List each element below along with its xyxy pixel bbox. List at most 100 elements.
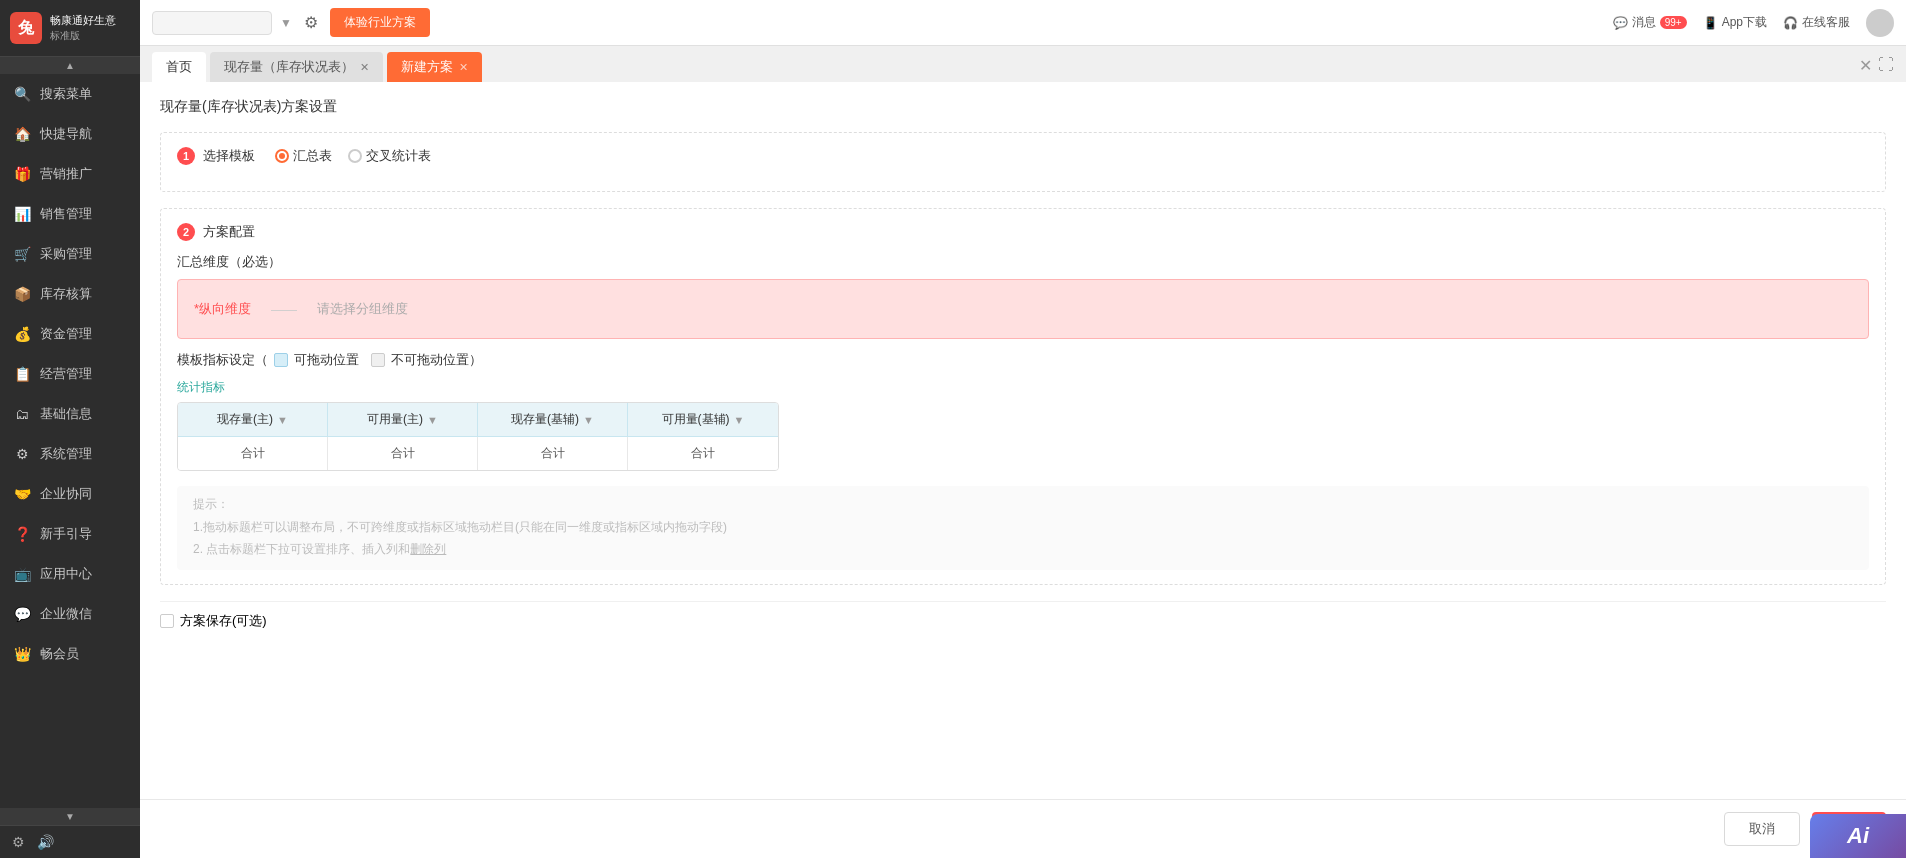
sidebar-item-operations[interactable]: 📋 经营管理 xyxy=(0,354,140,394)
delete-col-link[interactable]: 删除列 xyxy=(410,542,446,556)
col-header-2[interactable]: 现存量(基辅) ▼ xyxy=(478,403,628,437)
settings-icon[interactable]: ⚙ xyxy=(12,834,25,850)
ai-badge[interactable]: Ai xyxy=(1810,814,1906,858)
tab-new-plan-close-icon[interactable]: ✕ xyxy=(459,61,468,74)
user-avatar[interactable] xyxy=(1866,9,1894,37)
tips-item-1: 2. 点击标题栏下拉可设置排序、插入列和删除列 xyxy=(193,539,1853,561)
message-item[interactable]: 💬 消息 99+ xyxy=(1613,14,1687,31)
trial-btn[interactable]: 体验行业方案 xyxy=(330,8,430,37)
fixed-label: 不可拖动位置） xyxy=(391,351,482,369)
message-label: 消息 xyxy=(1632,14,1656,31)
col-label-1: 可用量(主) xyxy=(367,411,423,428)
tab-inventory-label: 现存量（库存状况表） xyxy=(224,58,354,76)
dimension-box[interactable]: *纵向维度 —— 请选择分组维度 xyxy=(177,279,1869,339)
close-panel-icon[interactable]: ✕ xyxy=(1859,56,1872,75)
sidebar-item-quicknav[interactable]: 🏠 快捷导航 xyxy=(0,114,140,154)
app-name: 畅康通好生意 xyxy=(50,13,116,28)
search-icon: 🔍 xyxy=(12,84,32,104)
table-head-row: 现存量(主) ▼ 可用量(主) ▼ 现存量(基辅) ▼ 可用量(基辅) ▼ xyxy=(178,403,778,437)
col-dropdown-0[interactable]: ▼ xyxy=(277,414,288,426)
headset-icon: 🎧 xyxy=(1783,16,1798,30)
sidebar-item-system[interactable]: ⚙ 系统管理 xyxy=(0,434,140,474)
col-dropdown-2[interactable]: ▼ xyxy=(583,414,594,426)
home-icon: 🏠 xyxy=(12,124,32,144)
col-cell-3: 合计 xyxy=(628,437,778,470)
radio-cross[interactable]: 交叉统计表 xyxy=(348,147,431,165)
volume-icon[interactable]: 🔊 xyxy=(37,834,54,850)
tab-inventory[interactable]: 现存量（库存状况表） ✕ xyxy=(210,52,383,82)
sidebar-logo: 兔 畅康通好生意 标准版 xyxy=(0,0,140,57)
customer-service-item[interactable]: 🎧 在线客服 xyxy=(1783,14,1850,31)
save-option-label: 方案保存(可选) xyxy=(180,612,267,630)
sidebar-item-basic-info-label: 基础信息 xyxy=(40,405,92,423)
dimension-placeholder: 请选择分组维度 xyxy=(317,300,408,318)
sidebar-item-operations-label: 经营管理 xyxy=(40,365,92,383)
radio-summary-label: 汇总表 xyxy=(293,147,332,165)
tab-home[interactable]: 首页 xyxy=(152,52,206,82)
app-download-label: App下载 xyxy=(1722,14,1767,31)
sidebar-footer: ⚙ 🔊 xyxy=(0,825,140,858)
sidebar-scroll-up[interactable]: ▲ xyxy=(0,57,140,74)
gift-icon: 🎁 xyxy=(12,164,32,184)
question-icon: ❓ xyxy=(12,524,32,544)
folder-icon: 🗂 xyxy=(12,404,32,424)
tab-home-label: 首页 xyxy=(166,58,192,76)
sidebar-item-enterprise-label: 企业协同 xyxy=(40,485,92,503)
sidebar-item-quicknav-label: 快捷导航 xyxy=(40,125,92,143)
col-label-2: 现存量(基辅) xyxy=(511,411,579,428)
tab-inventory-close-icon[interactable]: ✕ xyxy=(360,61,369,74)
sidebar-item-enterprise[interactable]: 🤝 企业协同 xyxy=(0,474,140,514)
cancel-button[interactable]: 取消 xyxy=(1724,812,1800,846)
col-header-1[interactable]: 可用量(主) ▼ xyxy=(328,403,478,437)
handshake-icon: 🤝 xyxy=(12,484,32,504)
sidebar-item-basic-info[interactable]: 🗂 基础信息 xyxy=(0,394,140,434)
sidebar-item-inventory-label: 库存核算 xyxy=(40,285,92,303)
topbar-gear-icon[interactable]: ⚙ xyxy=(304,13,318,32)
wechat-icon: 💬 xyxy=(12,604,32,624)
chart-icon: 📊 xyxy=(12,204,32,224)
save-option: 方案保存(可选) xyxy=(160,601,1886,640)
col-header-0[interactable]: 现存量(主) ▼ xyxy=(178,403,328,437)
section-template: 1 选择模板 汇总表 交叉统计表 xyxy=(160,132,1886,192)
sidebar-item-sales[interactable]: 📊 销售管理 xyxy=(0,194,140,234)
topbar-search-input[interactable] xyxy=(152,11,272,35)
sidebar-item-appcenter[interactable]: 📺 应用中心 xyxy=(0,554,140,594)
sidebar-item-purchase-label: 采购管理 xyxy=(40,245,92,263)
topbar-dropdown-icon[interactable]: ▼ xyxy=(280,16,292,30)
tips-section: 提示： 1.拖动标题栏可以调整布局，不可跨维度或指标区域拖动栏目(只能在同一维度… xyxy=(177,486,1869,570)
tab-new-plan[interactable]: 新建方案 ✕ xyxy=(387,52,482,82)
sidebar-item-inventory[interactable]: 📦 库存核算 xyxy=(0,274,140,314)
col-dropdown-3[interactable]: ▼ xyxy=(734,414,745,426)
sidebar-item-finance[interactable]: 💰 资金管理 xyxy=(0,314,140,354)
topbar-right: 💬 消息 99+ 📱 App下载 🎧 在线客服 xyxy=(1613,9,1894,37)
col-label-3: 可用量(基辅) xyxy=(662,411,730,428)
expand-panel-icon[interactable]: ⛶ xyxy=(1878,56,1894,74)
save-checkbox[interactable] xyxy=(160,614,174,628)
table-body-row: 合计 合计 合计 合计 xyxy=(178,437,778,470)
section2-num: 2 xyxy=(177,223,195,241)
col-cell-0: 合计 xyxy=(178,437,328,470)
cart-icon: 🛒 xyxy=(12,244,32,264)
bottom-bar: 取消 查询 xyxy=(140,799,1906,858)
sidebar-item-wechat-label: 企业微信 xyxy=(40,605,92,623)
sidebar-item-marketing[interactable]: 🎁 营销推广 xyxy=(0,154,140,194)
sidebar-item-purchase[interactable]: 🛒 采购管理 xyxy=(0,234,140,274)
sidebar-scroll-down[interactable]: ▼ xyxy=(0,808,140,825)
clipboard-icon: 📋 xyxy=(12,364,32,384)
sidebar-item-wechat[interactable]: 💬 企业微信 xyxy=(0,594,140,634)
app-download-item[interactable]: 📱 App下载 xyxy=(1703,14,1767,31)
box-icon: 📦 xyxy=(12,284,32,304)
template-radio-group: 汇总表 交叉统计表 xyxy=(275,147,431,165)
message-icon: 💬 xyxy=(1613,16,1628,30)
sidebar-item-member[interactable]: 👑 畅会员 xyxy=(0,634,140,674)
col-header-3[interactable]: 可用量(基辅) ▼ xyxy=(628,403,778,437)
customer-service-label: 在线客服 xyxy=(1802,14,1850,31)
radio-summary[interactable]: 汇总表 xyxy=(275,147,332,165)
sidebar-item-member-label: 畅会员 xyxy=(40,645,79,663)
col-dropdown-1[interactable]: ▼ xyxy=(427,414,438,426)
radio-summary-dot xyxy=(275,149,289,163)
sidebar-item-guide[interactable]: ❓ 新手引导 xyxy=(0,514,140,554)
section1-title: 选择模板 xyxy=(203,147,255,165)
sidebar-item-search[interactable]: 🔍 搜索菜单 xyxy=(0,74,140,114)
sidebar-item-appcenter-label: 应用中心 xyxy=(40,565,92,583)
